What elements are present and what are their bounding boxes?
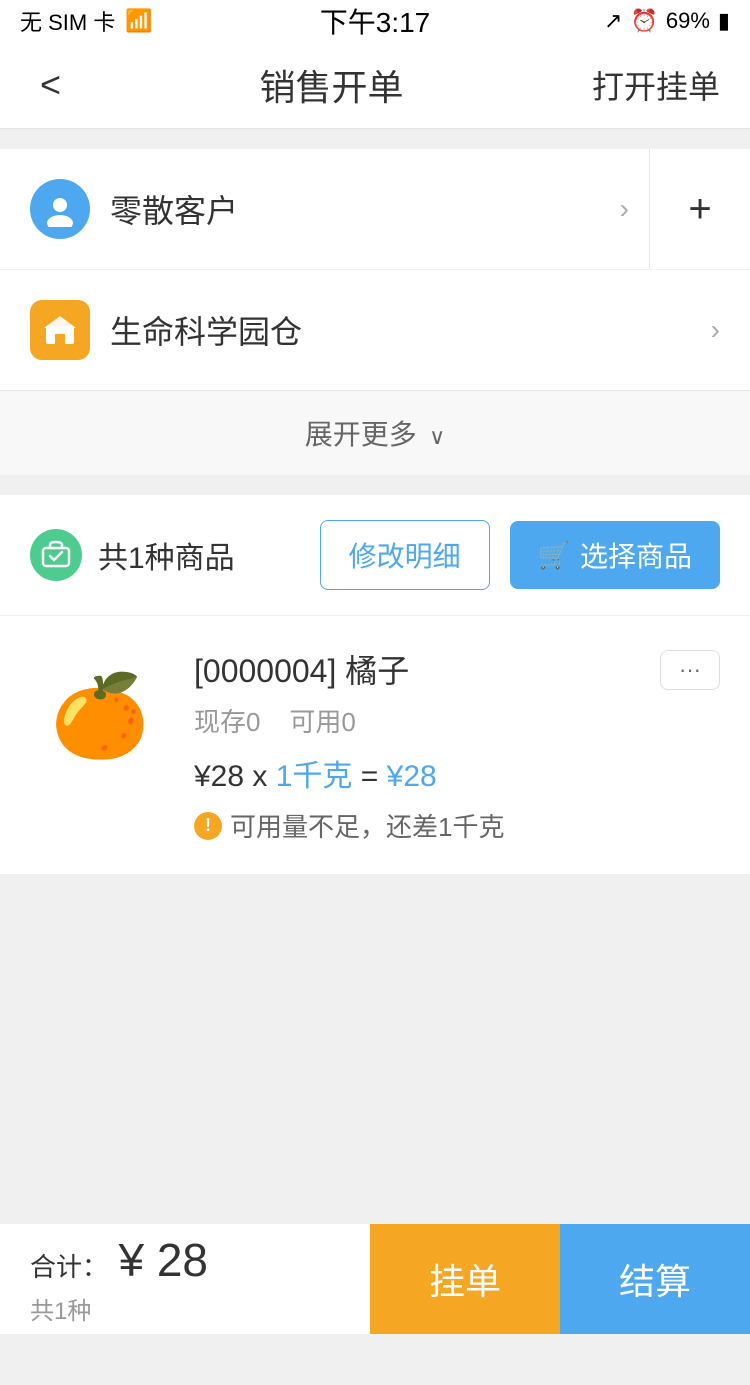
warehouse-icon (30, 300, 90, 360)
total-section: 合计： ¥ 28 共1种 (0, 1233, 370, 1326)
expand-more-label: 展开更多 (305, 419, 417, 450)
nav-bar: < 销售开单 打开挂单 (0, 41, 750, 129)
total-amount: ¥ 28 (118, 1234, 208, 1286)
carrier-text: 无 SIM 卡 (20, 5, 115, 37)
total-price: ¥28 (387, 760, 437, 793)
expand-arrow-icon: ∨ (429, 424, 445, 449)
alarm-icon: ⏰ (630, 8, 657, 34)
select-product-label: 选择商品 (580, 535, 692, 575)
battery-icon: ▮ (718, 8, 730, 34)
total-count: 共1种 (30, 1291, 340, 1326)
unit-price: ¥28 (194, 760, 244, 793)
select-product-button[interactable]: 🛒 选择商品 (510, 521, 720, 589)
status-right: ↗ ⏰ 69% ▮ (604, 8, 730, 34)
cart-add-icon: 🛒 (538, 540, 570, 571)
product-code: [0000004] (194, 653, 336, 689)
status-left: 无 SIM 卡 📶 (20, 5, 153, 37)
available-label: 可用0 (289, 707, 355, 737)
location-icon: ↗ (604, 8, 622, 34)
products-header: 共1种商品 修改明细 🛒 选择商品 (0, 495, 750, 616)
product-price: ¥28 x 1千克 = ¥28 (194, 751, 660, 795)
battery-text: 69% (666, 8, 710, 34)
product-image: 🍊 (30, 646, 170, 786)
open-pending-button[interactable]: 打开挂单 (592, 62, 720, 108)
bottom-bar: 合计： ¥ 28 共1种 挂单 结算 (0, 1224, 750, 1334)
customer-section: 零散客户 › + (0, 149, 750, 269)
customer-avatar (30, 179, 90, 239)
chevron-right-icon: › (620, 193, 629, 225)
section-divider-2 (0, 475, 750, 495)
modify-detail-button[interactable]: 修改明细 (320, 520, 490, 590)
warehouse-name: 生命科学园仓 (110, 307, 711, 353)
warning-text: 可用量不足，还差1千克 (230, 807, 504, 844)
stock-label: 现存0 (194, 707, 260, 737)
equals-sign: = (361, 760, 387, 793)
wifi-icon: 📶 (125, 8, 152, 34)
product-item: 🍊 [0000004] 橘子 现存0 可用0 ¥28 x 1千克 = ¥28 !… (0, 616, 750, 875)
back-button[interactable]: < (30, 54, 71, 116)
section-divider-1 (0, 129, 750, 149)
warehouse-chevron-icon: › (711, 314, 720, 346)
product-title: 橘子 (345, 653, 409, 689)
page-title: 销售开单 (260, 59, 404, 111)
products-count-icon (30, 529, 82, 581)
checkout-button[interactable]: 结算 (560, 1224, 750, 1334)
customer-selector[interactable]: 零散客户 › (0, 149, 650, 269)
product-stock: 现存0 可用0 (194, 702, 660, 739)
multiply-sign: x (252, 760, 275, 793)
total-label: 合计： (30, 1252, 108, 1282)
status-time: 下午3:17 (320, 1, 431, 41)
pend-button[interactable]: 挂单 (370, 1224, 560, 1334)
warehouse-section[interactable]: 生命科学园仓 › (0, 269, 750, 390)
customer-name: 零散客户 (110, 186, 600, 232)
expand-more-button[interactable]: 展开更多 ∨ (0, 390, 750, 475)
product-more-button[interactable]: ··· (660, 650, 720, 690)
quantity: 1千克 (276, 760, 353, 793)
product-name: [0000004] 橘子 (194, 646, 660, 692)
empty-content-area (0, 875, 750, 1275)
warning-icon: ! (194, 812, 222, 840)
products-count-text: 共1种商品 (98, 533, 320, 577)
status-bar: 无 SIM 卡 📶 下午3:17 ↗ ⏰ 69% ▮ (0, 0, 750, 41)
add-customer-button[interactable]: + (650, 167, 750, 252)
product-warning: ! 可用量不足，还差1千克 (194, 807, 660, 844)
product-info: [0000004] 橘子 现存0 可用0 ¥28 x 1千克 = ¥28 ! 可… (194, 646, 660, 844)
